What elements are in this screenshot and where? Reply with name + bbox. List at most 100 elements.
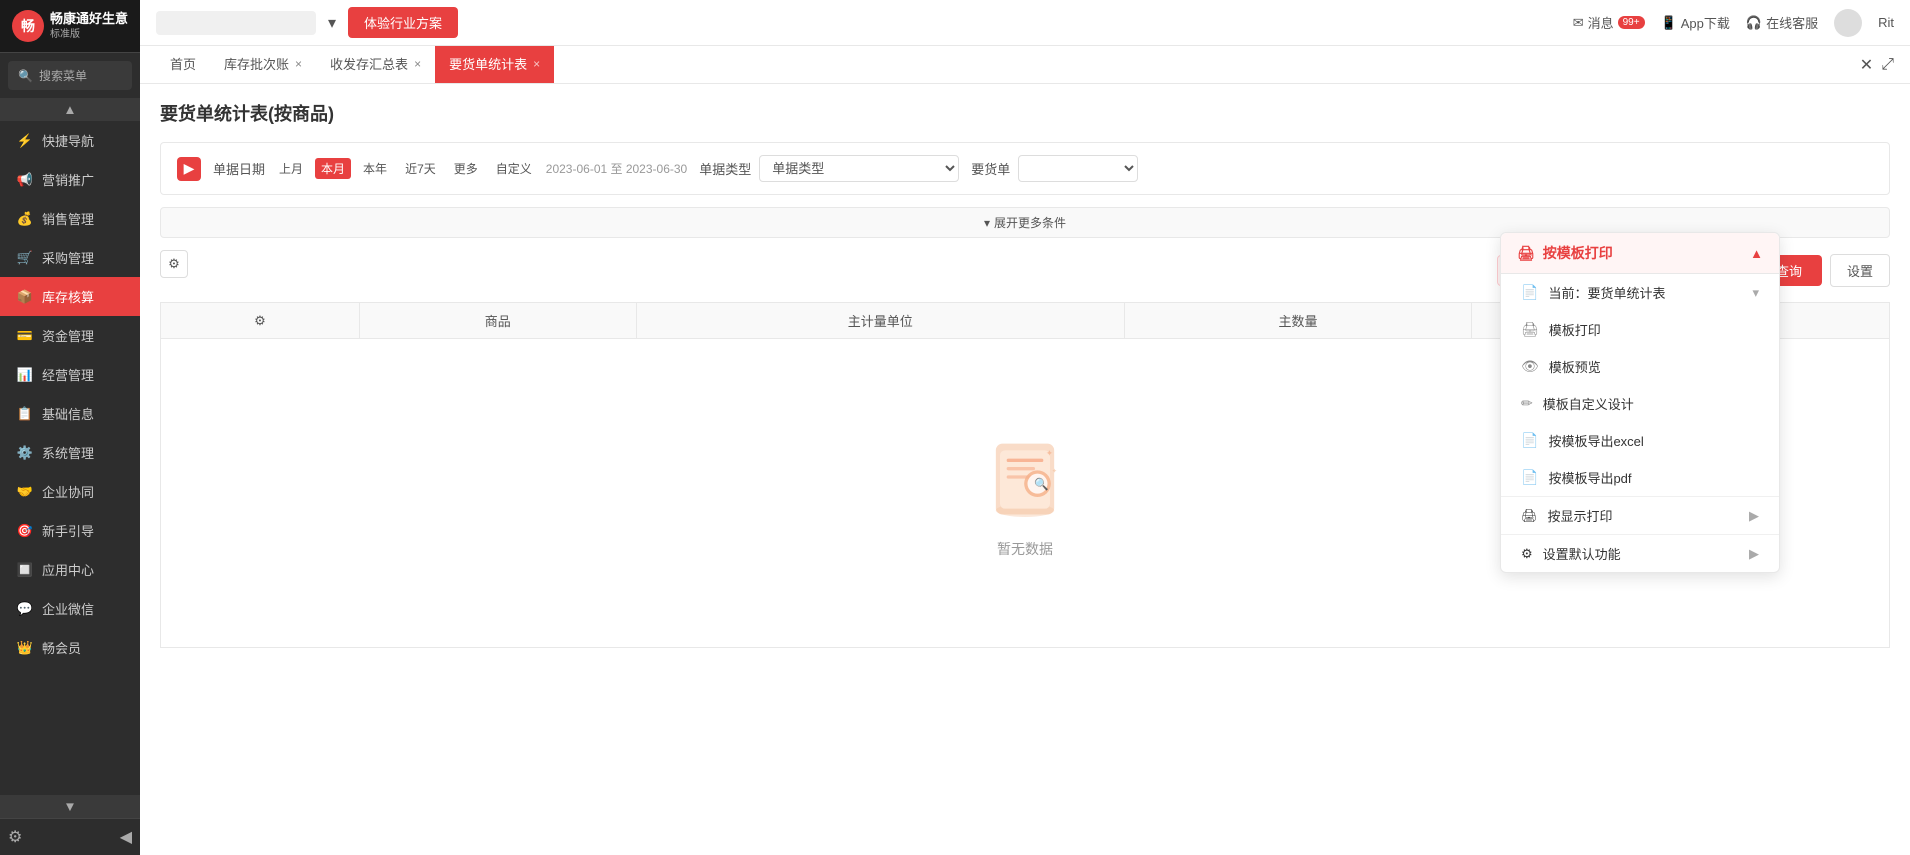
topbar-dropdown-button[interactable]: ▾ (328, 13, 336, 33)
search-menu-button[interactable]: 🔍 搜索菜单 (8, 61, 132, 90)
tab-close-collection-summary[interactable]: × (414, 57, 421, 71)
sidebar-item-enterprise-wechat[interactable]: 💬 企业微信 (0, 589, 140, 628)
default-function-section: ⚙ 设置默认功能 ▶ (1501, 534, 1779, 572)
basic-icon: 📋 (16, 405, 34, 423)
topbar: ▾ 体验行业方案 ✉ 消息 99+ 📱 App下载 🎧 在线客服 Rit (140, 0, 1910, 46)
sidebar-item-finance[interactable]: 💳 资金管理 (0, 316, 140, 355)
display-print-item[interactable]: 🖨 按显示打印 ▶ (1501, 497, 1779, 534)
table-settings-icon[interactable]: ⚙ (160, 250, 188, 278)
search-icon: 🔍 (18, 69, 33, 83)
settings-button-main[interactable]: 设置 (1830, 254, 1890, 287)
sidebar-item-operations[interactable]: 📊 经营管理 (0, 355, 140, 394)
default-function-icon: ⚙ (1521, 546, 1533, 562)
template-print-item[interactable]: 🖨 模板打印 (1501, 311, 1779, 348)
tab-order-summary[interactable]: 要货单统计表 × (435, 46, 554, 83)
quick-nav-icon: ⚡ (16, 132, 34, 150)
tab-close-batch-account[interactable]: × (295, 57, 302, 71)
template-export-pdf-item[interactable]: 📄 按模板导出pdf (1501, 459, 1779, 496)
collapse-button[interactable]: ◀ (120, 827, 132, 847)
sidebar-scroll-down-button[interactable]: ▼ (0, 795, 140, 818)
col-unit: 主计量单位 (636, 303, 1124, 339)
avatar[interactable] (1834, 9, 1862, 37)
date-btn-more[interactable]: 更多 (448, 158, 484, 179)
template-custom-design-item[interactable]: ✏ 模板自定义设计 (1501, 385, 1779, 422)
sidebar-item-marketing[interactable]: 📢 营销推广 (0, 160, 140, 199)
finance-icon: 💳 (16, 327, 34, 345)
goods-select[interactable] (1018, 155, 1138, 182)
sidebar-item-newbie[interactable]: 🎯 新手引导 (0, 511, 140, 550)
date-btn-current-month[interactable]: 本月 (315, 158, 351, 179)
date-btn-last-7-days[interactable]: 近7天 (399, 158, 442, 179)
sidebar-item-vip[interactable]: 👑 畅会员 (0, 628, 140, 667)
print-dropdown-header[interactable]: 🖨 按模板打印 ▲ (1501, 233, 1779, 274)
svg-text:✦: ✦ (1052, 467, 1058, 475)
order-type-filter-group: 单据类型 单据类型 (699, 155, 959, 182)
tab-collection-summary[interactable]: 收发存汇总表 × (316, 46, 435, 83)
template-custom-icon: ✏ (1521, 395, 1533, 412)
print-current-template-item[interactable]: 📄 当前：要货单统计表 ▾ (1501, 274, 1779, 311)
display-print-icon: 🖨 (1521, 508, 1538, 524)
messages-badge: 99+ (1618, 16, 1645, 29)
sidebar-search-container: 🔍 搜索菜单 (0, 53, 140, 98)
section-chevron-right-icon: ▶ (1749, 508, 1759, 524)
goods-filter-group: 要货单 (971, 155, 1138, 182)
sidebar-nav: ⚡ 快捷导航 📢 营销推广 💰 销售管理 🛒 采购管理 📦 库存核算 💳 资金管… (0, 121, 140, 795)
main-content: ▾ 体验行业方案 ✉ 消息 99+ 📱 App下载 🎧 在线客服 Rit 首页 (140, 0, 1910, 855)
inventory-icon: 📦 (16, 288, 34, 306)
col-goods: 商品 (359, 303, 636, 339)
page-maximize-button[interactable]: ⤢ (1881, 56, 1894, 74)
filter-expand-icon-button[interactable]: ▶ (177, 157, 201, 181)
empty-text: 暂无数据 (997, 539, 1053, 559)
headset-icon: 🎧 (1746, 15, 1762, 31)
sidebar-item-purchase[interactable]: 🛒 采购管理 (0, 238, 140, 277)
messages-icon: ✉ (1573, 15, 1584, 31)
operations-icon: 📊 (16, 366, 34, 384)
order-type-select[interactable]: 单据类型 (759, 155, 959, 182)
enterprise-wechat-icon: 💬 (16, 600, 34, 618)
sidebar-item-quick-nav[interactable]: ⚡ 快捷导航 (0, 121, 140, 160)
order-type-label: 单据类型 (699, 159, 751, 178)
sidebar-item-sales[interactable]: 💰 销售管理 (0, 199, 140, 238)
sidebar-item-inventory[interactable]: 📦 库存核算 (0, 277, 140, 316)
content-area: 要货单统计表(按商品) ▶ 单据日期 上月 本月 本年 近7天 更多 自定义 2… (140, 84, 1910, 855)
svg-text:✦: ✦ (1046, 448, 1053, 458)
topbar-search-input[interactable] (156, 11, 316, 35)
sidebar-item-enterprise[interactable]: 🤝 企业协同 (0, 472, 140, 511)
print-dropdown-header-left: 🖨 按模板打印 (1517, 243, 1613, 263)
sidebar-logo: 畅 畅康通好生意 标准版 (0, 0, 140, 53)
sidebar-item-app-center[interactable]: 🔲 应用中心 (0, 550, 140, 589)
toolbar: ⚙ (160, 250, 188, 278)
template-preview-icon: 👁 (1521, 358, 1539, 375)
trial-solution-button[interactable]: 体验行业方案 (348, 7, 458, 38)
settings-button[interactable]: ⚙ (8, 827, 22, 847)
marketing-icon: 📢 (16, 171, 34, 189)
col-settings[interactable]: ⚙ (161, 303, 360, 339)
logo-icon: 畅 (12, 10, 44, 42)
logo-text: 畅康通好生意 标准版 (50, 10, 128, 42)
app-download-item[interactable]: 📱 App下载 (1661, 13, 1730, 32)
template-pdf-icon: 📄 (1521, 469, 1538, 486)
enterprise-icon: 🤝 (16, 483, 34, 501)
date-btn-current-year[interactable]: 本年 (357, 158, 393, 179)
printer-header-icon: 🖨 (1517, 245, 1535, 262)
template-preview-item[interactable]: 👁 模板预览 (1501, 348, 1779, 385)
tab-home[interactable]: 首页 (156, 46, 210, 83)
chevron-up-icon: ▲ (1750, 246, 1763, 261)
tab-close-order-summary[interactable]: × (533, 57, 540, 71)
sidebar-scroll-up-button[interactable]: ▲ (0, 98, 140, 121)
default-function-chevron-icon: ▶ (1749, 546, 1759, 562)
date-range-label: 2023-06-01 至 2023-06-30 (546, 160, 687, 177)
col-quantity: 主数量 (1124, 303, 1471, 339)
sidebar-item-system[interactable]: ⚙️ 系统管理 (0, 433, 140, 472)
tab-batch-account[interactable]: 库存批次账 × (210, 46, 316, 83)
newbie-icon: 🎯 (16, 522, 34, 540)
online-service-item[interactable]: 🎧 在线客服 (1746, 13, 1818, 32)
date-btn-prev-month[interactable]: 上月 (273, 158, 309, 179)
default-function-item[interactable]: ⚙ 设置默认功能 ▶ (1501, 535, 1779, 572)
page-close-button[interactable]: ✕ (1860, 55, 1873, 75)
sidebar-item-basic[interactable]: 📋 基础信息 (0, 394, 140, 433)
purchase-icon: 🛒 (16, 249, 34, 267)
template-export-excel-item[interactable]: 📄 按模板导出excel (1501, 422, 1779, 459)
date-btn-custom[interactable]: 自定义 (490, 158, 538, 179)
messages-item[interactable]: ✉ 消息 99+ (1573, 13, 1645, 32)
